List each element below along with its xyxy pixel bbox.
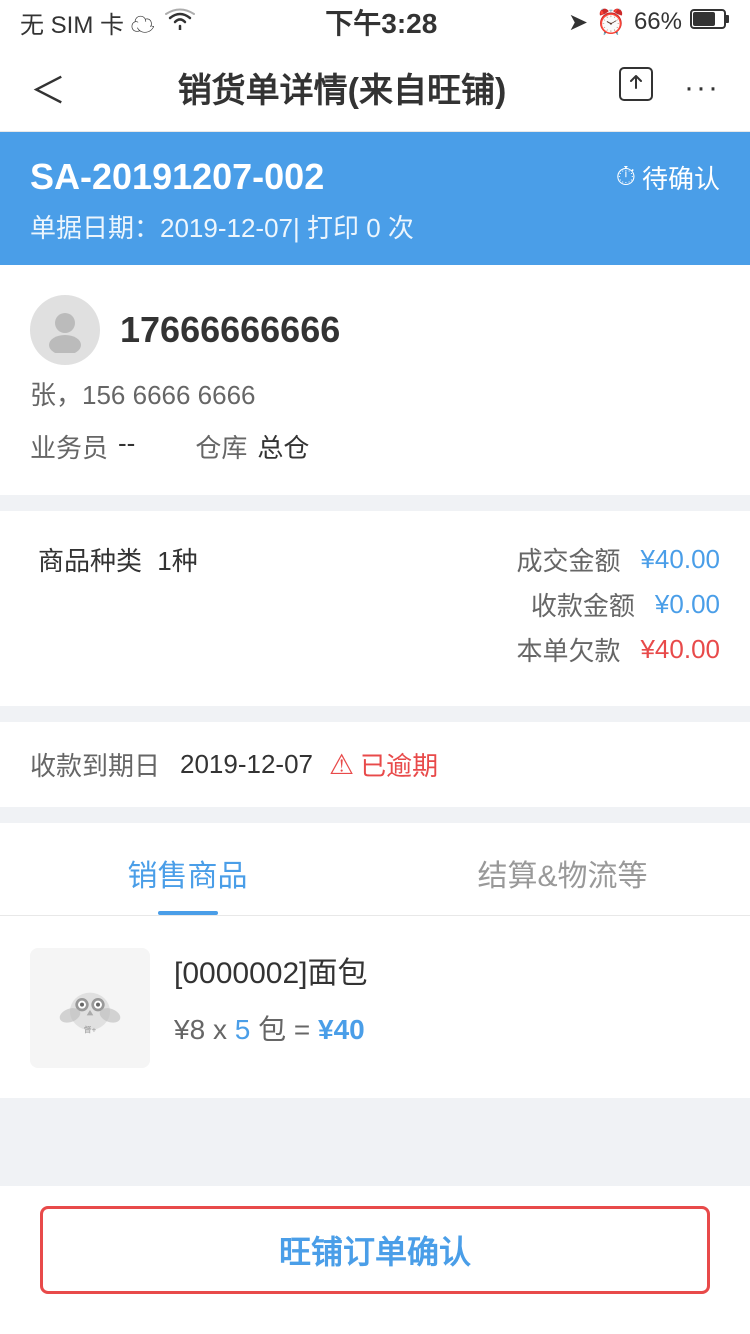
back-button[interactable]: ＜ (30, 62, 66, 114)
warehouse-value: 总仓 (257, 428, 309, 465)
due-date-value: 2019-12-07 (180, 749, 313, 780)
summary-section: 商品种类 1种 成交金额 ¥40.00 收款金额 ¥0.00 本单欠款 ¥40.… (0, 511, 750, 706)
salesperson-value: -- (118, 428, 135, 465)
wifi-icon (165, 8, 195, 37)
tabs-section: 销售商品 结算&物流等 (0, 823, 750, 1098)
product-name: [0000002]面包 (174, 948, 720, 992)
avatar (30, 295, 100, 365)
deal-amount-value: ¥40.00 (640, 544, 720, 575)
order-id: SA-20191207-002 (30, 156, 324, 198)
product-type: 商品种类 1种 (30, 541, 198, 578)
more-button[interactable]: ··· (684, 71, 720, 105)
deal-amount-label: 成交金额 (516, 541, 620, 578)
tabs-row: 销售商品 结算&物流等 (0, 823, 750, 916)
salesperson-field: 业务员 -- (30, 428, 135, 465)
status-left: 无 SIM 卡 ☁ (20, 5, 195, 40)
alarm-icon: ⏰ (596, 8, 626, 37)
salesperson-label: 业务员 (30, 428, 108, 465)
status-bar: 无 SIM 卡 ☁ 下午3:28 ➤ ⏰ 66% (0, 0, 750, 44)
product-type-value: 1种 (157, 546, 197, 576)
due-date-label: 收款到期日 (30, 746, 160, 783)
customer-phone: 17666666666 (120, 309, 340, 351)
warning-icon: ⚠ (329, 748, 354, 781)
battery-level: 66% (634, 8, 682, 36)
status-text: 待确认 (642, 159, 720, 196)
warehouse-field: 仓库 总仓 (195, 428, 309, 465)
product-type-label: 商品种类 (38, 546, 142, 576)
sim-indicator: 无 SIM 卡 ☁ (20, 5, 155, 40)
unit: 包 (258, 1014, 286, 1045)
nav-bar: ＜ 销货单详情(来自旺铺) ··· (0, 44, 750, 132)
owed-amount-label: 本单欠款 (516, 631, 620, 668)
battery-icon (690, 8, 730, 37)
deal-amount-row: 成交金额 ¥40.00 (516, 541, 720, 578)
bottom-action-bar: 旺铺订单确认 (0, 1186, 750, 1334)
amount-summary: 成交金额 ¥40.00 收款金额 ¥0.00 本单欠款 ¥40.00 (516, 541, 720, 676)
customer-meta: 业务员 -- 仓库 总仓 (30, 428, 720, 465)
equals-sign: = (294, 1014, 318, 1045)
receipt-amount-row: 收款金额 ¥0.00 (516, 586, 720, 623)
customer-name: 张，156 6666 6666 (30, 375, 720, 412)
overdue-text: 已逾期 (360, 746, 438, 783)
total-price: ¥40 (318, 1014, 365, 1045)
tab-products[interactable]: 销售商品 (0, 823, 375, 915)
status-right: ➤ ⏰ 66% (568, 8, 730, 37)
product-price: ¥8 x 5 包 = ¥40 (174, 1008, 720, 1048)
receipt-amount-value: ¥0.00 (655, 589, 720, 620)
customer-section: 17666666666 张，156 6666 6666 业务员 -- 仓库 总仓 (0, 265, 750, 495)
receipt-amount-label: 收款金额 (531, 586, 635, 623)
owed-amount-row: 本单欠款 ¥40.00 (516, 631, 720, 668)
multiply-sign: x (213, 1014, 235, 1045)
product-item: 督+ [0000002]面包 ¥8 x 5 包 = ¥40 (0, 918, 750, 1098)
owed-amount-value: ¥40.00 (640, 634, 720, 665)
clock-icon: ⏱ (616, 161, 636, 193)
share-button[interactable] (618, 66, 654, 110)
warehouse-label: 仓库 (195, 428, 247, 465)
location-icon: ➤ (568, 8, 588, 37)
order-date: 单据日期：2019-12-07| 打印 0 次 (30, 208, 720, 245)
overdue-badge: ⚠ 已逾期 (329, 746, 438, 783)
quantity: 5 (235, 1014, 251, 1045)
status-time: 下午3:28 (325, 2, 437, 42)
order-header: SA-20191207-002 ⏱ 待确认 单据日期：2019-12-07| 打… (0, 132, 750, 265)
page-title: 销货单详情(来自旺铺) (178, 63, 507, 112)
nav-actions: ··· (618, 66, 720, 110)
product-details: [0000002]面包 ¥8 x 5 包 = ¥40 (174, 948, 720, 1048)
unit-price: ¥8 (174, 1014, 205, 1045)
confirm-order-button[interactable]: 旺铺订单确认 (40, 1206, 710, 1294)
due-date-section: 收款到期日 2019-12-07 ⚠ 已逾期 (0, 722, 750, 807)
product-thumbnail: 督+ (30, 948, 150, 1068)
svg-text:督+: 督+ (84, 1025, 97, 1035)
tab-settlement[interactable]: 结算&物流等 (375, 823, 750, 915)
order-status: ⏱ 待确认 (616, 159, 720, 196)
